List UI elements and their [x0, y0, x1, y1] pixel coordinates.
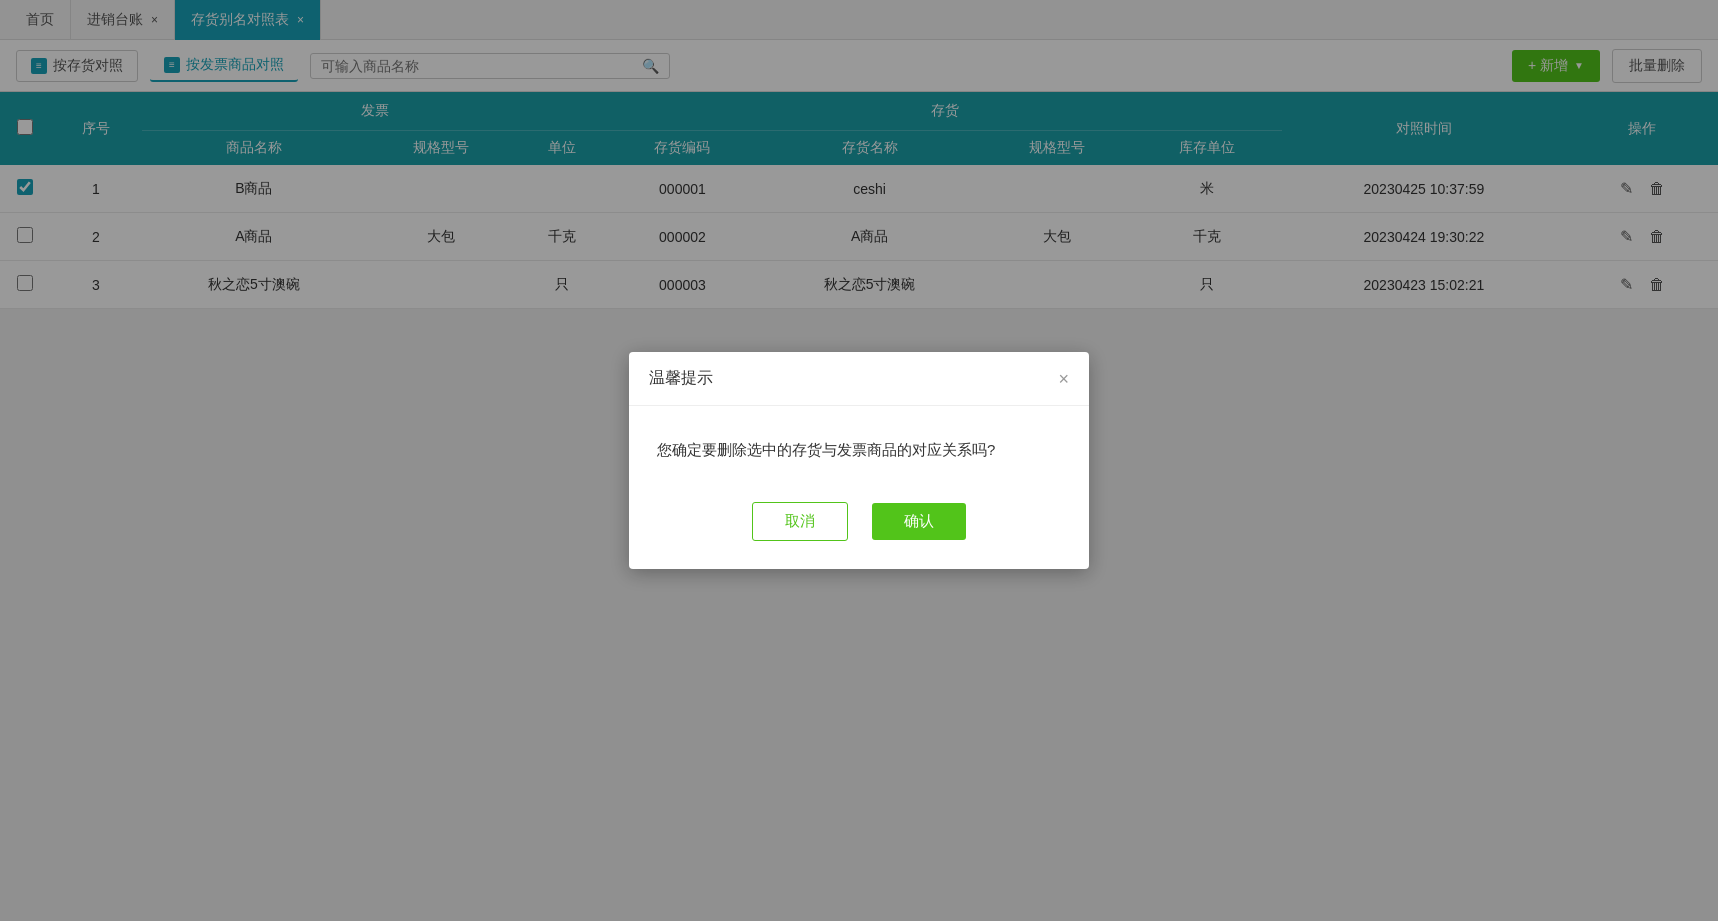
modal-overlay: 温馨提示 × 您确定要删除选中的存货与发票商品的对应关系吗? 取消 确认 — [0, 0, 1718, 309]
